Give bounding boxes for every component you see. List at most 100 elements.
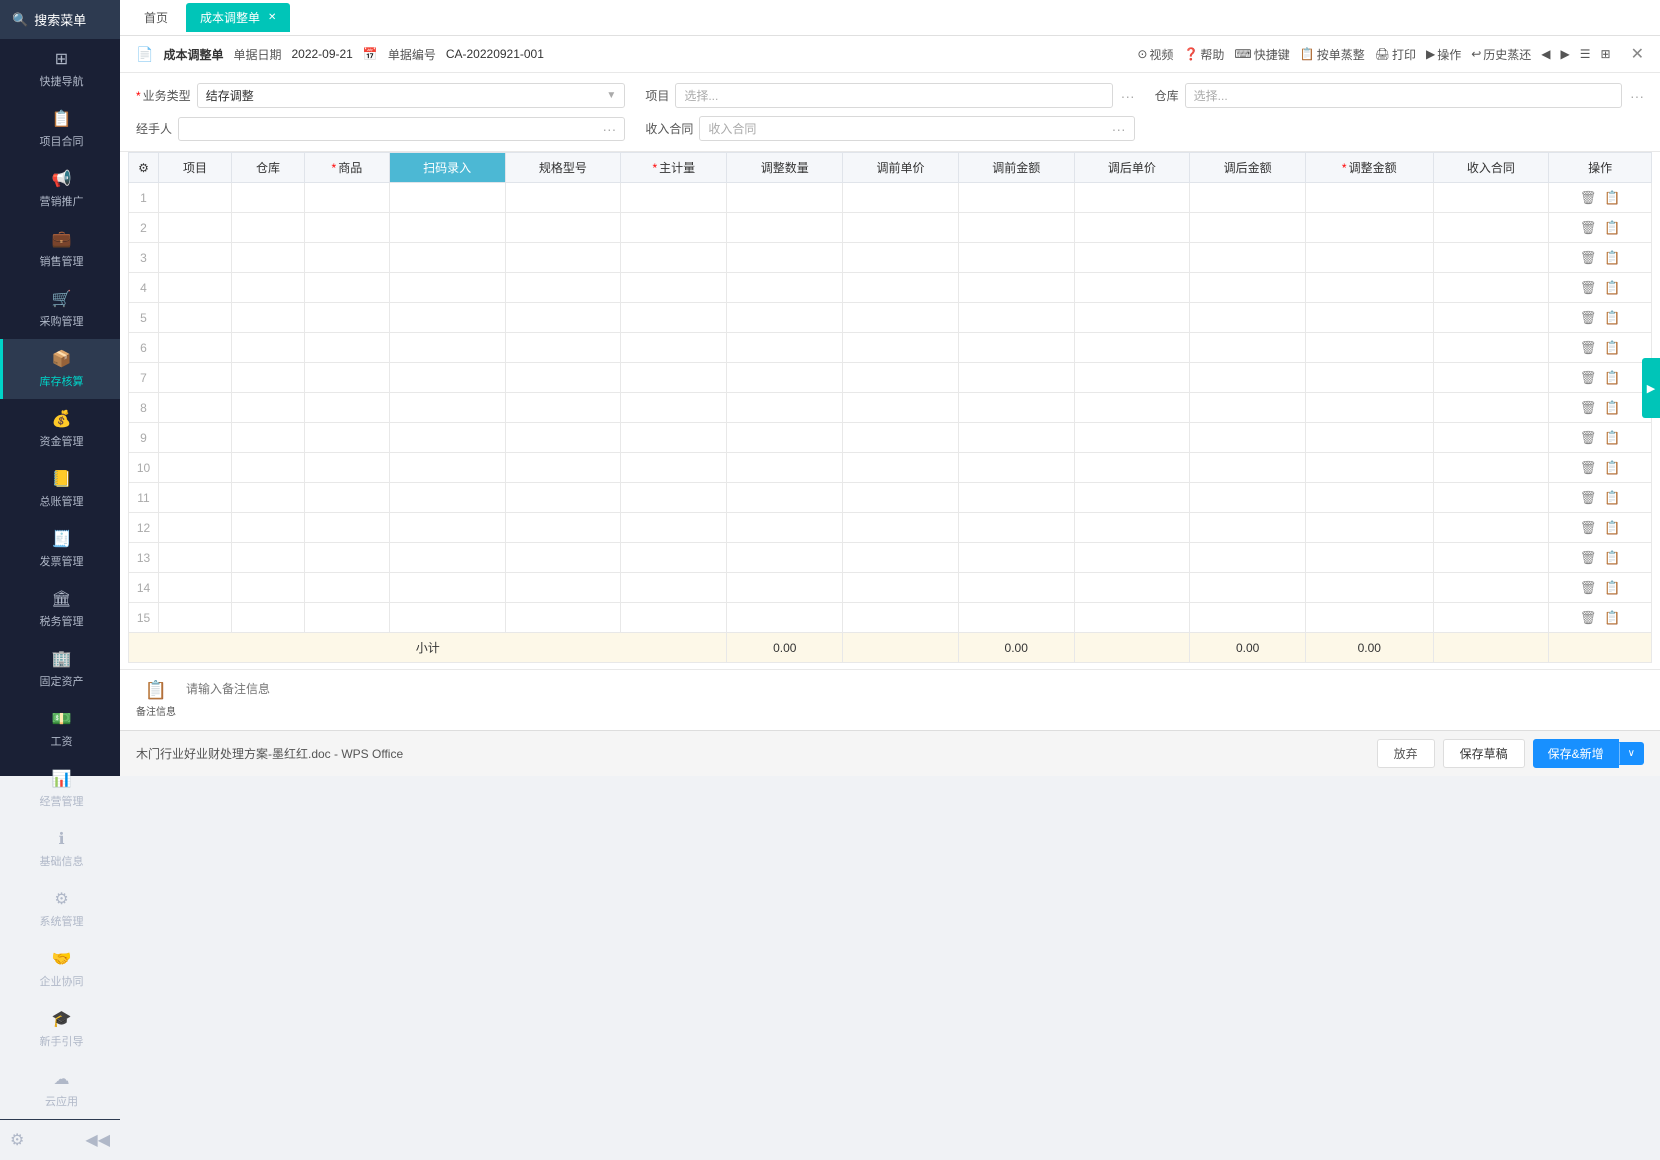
table-cell[interactable] xyxy=(505,243,621,273)
table-cell[interactable] xyxy=(843,543,959,573)
table-cell[interactable] xyxy=(231,303,304,333)
table-cell[interactable] xyxy=(1074,243,1190,273)
sidebar-item-assets[interactable]: 🏢 固定资产 xyxy=(0,639,120,699)
warehouse-dots[interactable]: ··· xyxy=(1630,88,1644,104)
table-cell[interactable] xyxy=(843,423,959,453)
delete-row-button[interactable]: 🗑 xyxy=(1578,218,1599,238)
table-cell[interactable] xyxy=(389,273,505,303)
table-cell[interactable] xyxy=(1433,213,1549,243)
sidebar-item-basic-info[interactable]: ℹ 基础信息 xyxy=(0,819,120,879)
sidebar-item-operations[interactable]: 📊 经营管理 xyxy=(0,759,120,819)
delete-row-button[interactable]: 🗑 xyxy=(1578,248,1599,268)
toolbar-nav-prev[interactable]: ◀ xyxy=(1541,47,1550,61)
table-cell[interactable] xyxy=(159,483,232,513)
copy-row-button[interactable]: 📋 xyxy=(1602,488,1622,508)
table-cell[interactable] xyxy=(159,393,232,423)
table-cell[interactable] xyxy=(304,483,389,513)
table-cell[interactable] xyxy=(159,243,232,273)
table-cell[interactable] xyxy=(727,213,843,243)
table-cell[interactable] xyxy=(505,333,621,363)
table-cell[interactable] xyxy=(389,303,505,333)
table-cell[interactable] xyxy=(958,483,1074,513)
delete-row-button[interactable]: 🗑 xyxy=(1578,428,1599,448)
table-cell[interactable] xyxy=(621,183,727,213)
copy-row-button[interactable]: 📋 xyxy=(1602,548,1622,568)
delete-row-button[interactable]: 🗑 xyxy=(1578,578,1599,598)
col-settings[interactable]: ⚙ xyxy=(129,153,159,183)
table-cell[interactable] xyxy=(389,573,505,603)
table-cell[interactable] xyxy=(1305,543,1433,573)
table-cell[interactable] xyxy=(958,303,1074,333)
table-cell[interactable] xyxy=(1433,333,1549,363)
toolbar-list-view[interactable]: ☰ xyxy=(1580,47,1591,61)
delete-row-button[interactable]: 🗑 xyxy=(1578,608,1599,628)
toolbar-print[interactable]: 🖨 打印 xyxy=(1375,46,1416,63)
table-cell[interactable] xyxy=(1190,243,1306,273)
table-cell[interactable] xyxy=(389,453,505,483)
table-cell[interactable] xyxy=(843,213,959,243)
sidebar-item-sales-promotion[interactable]: 📢 营销推广 xyxy=(0,159,120,219)
table-cell[interactable] xyxy=(1190,273,1306,303)
table-cell[interactable] xyxy=(1433,303,1549,333)
table-cell[interactable] xyxy=(621,333,727,363)
table-cell[interactable] xyxy=(958,333,1074,363)
table-cell[interactable] xyxy=(1305,393,1433,423)
table-cell[interactable] xyxy=(727,603,843,633)
copy-row-button[interactable]: 📋 xyxy=(1602,188,1622,208)
table-cell[interactable] xyxy=(1074,213,1190,243)
table-cell[interactable] xyxy=(1190,513,1306,543)
toolbar-audit[interactable]: 📋 按单蒸整 xyxy=(1300,46,1365,63)
delete-row-button[interactable]: 🗑 xyxy=(1578,278,1599,298)
table-cell[interactable] xyxy=(727,483,843,513)
table-cell[interactable] xyxy=(621,603,727,633)
sidebar-item-sales-mgmt[interactable]: 💼 销售管理 xyxy=(0,219,120,279)
sidebar-item-payroll[interactable]: 💵 工资 xyxy=(0,699,120,759)
table-cell[interactable] xyxy=(1190,213,1306,243)
table-cell[interactable] xyxy=(1190,483,1306,513)
sidebar-item-finance[interactable]: 💰 资金管理 xyxy=(0,399,120,459)
table-cell[interactable] xyxy=(389,183,505,213)
table-cell[interactable] xyxy=(159,363,232,393)
table-cell[interactable] xyxy=(621,243,727,273)
table-cell[interactable] xyxy=(1074,453,1190,483)
table-cell[interactable] xyxy=(505,183,621,213)
table-cell[interactable] xyxy=(1074,183,1190,213)
copy-row-button[interactable]: 📋 xyxy=(1602,308,1622,328)
table-cell[interactable] xyxy=(1190,393,1306,423)
table-cell[interactable] xyxy=(727,573,843,603)
table-cell[interactable] xyxy=(389,363,505,393)
sidebar-collapse-icon[interactable]: ◀◀ xyxy=(85,1130,110,1150)
table-cell[interactable] xyxy=(505,213,621,243)
table-cell[interactable] xyxy=(505,603,621,633)
copy-row-button[interactable]: 📋 xyxy=(1602,278,1622,298)
table-cell[interactable] xyxy=(505,273,621,303)
table-cell[interactable] xyxy=(304,603,389,633)
table-cell[interactable] xyxy=(505,483,621,513)
tab-home[interactable]: 首页 xyxy=(130,3,182,32)
table-cell[interactable] xyxy=(727,543,843,573)
table-cell[interactable] xyxy=(231,393,304,423)
table-cell[interactable] xyxy=(304,303,389,333)
table-cell[interactable] xyxy=(389,393,505,423)
table-cell[interactable] xyxy=(505,453,621,483)
copy-row-button[interactable]: 📋 xyxy=(1602,398,1622,418)
table-cell[interactable] xyxy=(304,333,389,363)
sidebar-item-system[interactable]: ⚙ 系统管理 xyxy=(0,879,120,939)
table-cell[interactable] xyxy=(1305,573,1433,603)
sidebar-item-invoice[interactable]: 🧾 发票管理 xyxy=(0,519,120,579)
table-cell[interactable] xyxy=(727,393,843,423)
table-cell[interactable] xyxy=(1074,543,1190,573)
table-cell[interactable] xyxy=(304,573,389,603)
table-cell[interactable] xyxy=(505,423,621,453)
table-cell[interactable] xyxy=(505,393,621,423)
delete-row-button[interactable]: 🗑 xyxy=(1578,488,1599,508)
table-cell[interactable] xyxy=(843,243,959,273)
table-cell[interactable] xyxy=(159,543,232,573)
table-cell[interactable] xyxy=(1190,423,1306,453)
table-cell[interactable] xyxy=(304,423,389,453)
table-cell[interactable] xyxy=(1433,243,1549,273)
table-cell[interactable] xyxy=(1433,573,1549,603)
copy-row-button[interactable]: 📋 xyxy=(1602,218,1622,238)
table-cell[interactable] xyxy=(389,603,505,633)
sidebar-settings-icon[interactable]: ⚙ xyxy=(10,1130,24,1150)
